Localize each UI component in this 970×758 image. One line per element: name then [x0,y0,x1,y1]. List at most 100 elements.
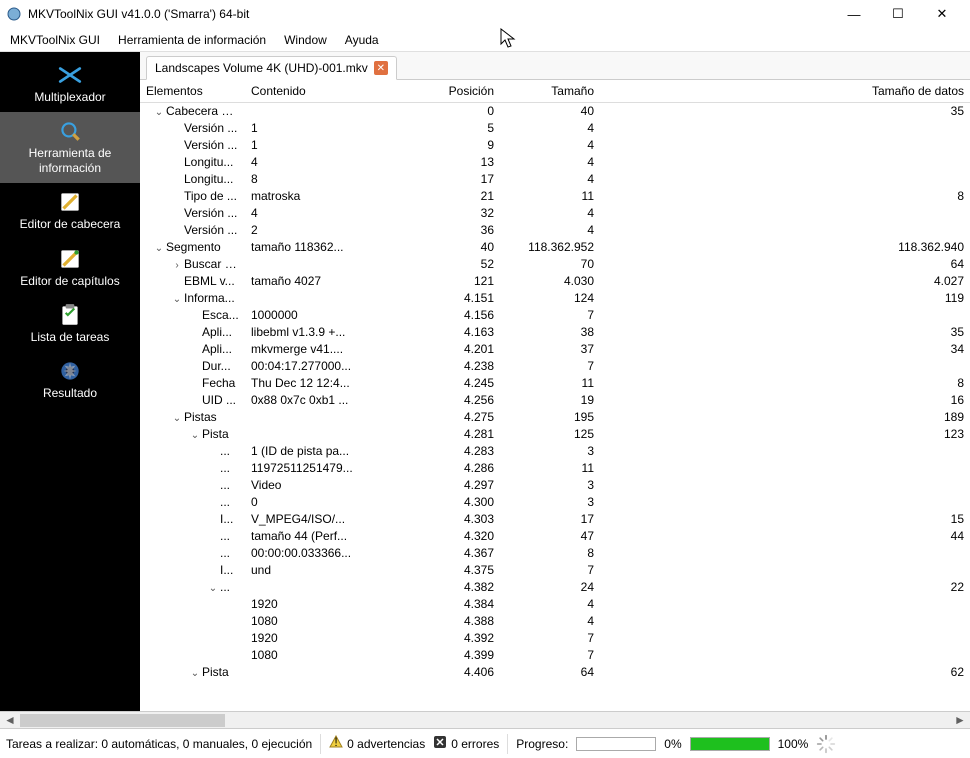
table-row[interactable]: ...00:00:00.033366...4.3678 [140,545,970,562]
table-row[interactable]: 10804.3997 [140,647,970,664]
menu-item-help[interactable]: Ayuda [345,33,379,47]
menu-item-info[interactable]: Herramienta de información [118,33,266,47]
expand-icon[interactable]: ⌄ [172,413,182,424]
sidebar-item-label: Multiplexador [34,90,105,104]
menu-item-gui[interactable]: MKVToolNix GUI [10,33,100,47]
divider [507,734,508,754]
tab-label: Landscapes Volume 4K (UHD)-001.mkv [155,61,368,75]
scroll-right-icon[interactable]: ► [952,713,968,727]
table-row[interactable]: ...Video4.2973 [140,477,970,494]
sidebar-item-label: Editor de capítulos [20,274,119,288]
sidebar-item-header[interactable]: Editor de cabecera [0,183,140,239]
error-icon [433,735,447,752]
status-warnings-block[interactable]: ! 0 advertencias [329,735,425,752]
table-row[interactable]: I...V_MPEG4/ISO/...4.3031715 [140,511,970,528]
table-row[interactable]: ›Buscar c...527064 [140,256,970,273]
col-posicion[interactable]: Posición [385,80,500,103]
tasks-icon [57,302,83,328]
menubar: MKVToolNix GUI Herramienta de informació… [0,28,970,52]
sidebar-item-info[interactable]: Herramienta de información [0,112,140,183]
col-tamano[interactable]: Tamaño [500,80,600,103]
sidebar-item-label: Herramienta de información [2,146,138,175]
sidebar-item-tasks[interactable]: Lista de tareas [0,296,140,352]
table-row[interactable]: ...04.3003 [140,494,970,511]
sidebar-item-multiplex[interactable]: Multiplexador [0,56,140,112]
table-row[interactable]: I...und4.3757 [140,562,970,579]
scroll-track[interactable] [20,714,950,727]
table-row[interactable]: ...11972511251479...4.28611 [140,460,970,477]
status-tasks: Tareas a realizar: 0 automáticas, 0 manu… [6,737,312,751]
main-panel: Landscapes Volume 4K (UHD)-001.mkv ✕ Ele… [140,52,970,711]
spinner-icon [816,734,836,754]
tabbar: Landscapes Volume 4K (UHD)-001.mkv ✕ [140,52,970,80]
status-errors: 0 errores [451,737,499,751]
element-tree[interactable]: Elementos Contenido Posición Tamaño Tama… [140,80,970,681]
table-row[interactable]: EBML v...tamaño 40271214.0304.027 [140,273,970,290]
expand-icon[interactable]: ⌄ [172,294,182,305]
warning-icon: ! [329,735,343,752]
table-row[interactable]: Longitu...8174 [140,171,970,188]
table-row[interactable]: ⌄...4.3822422 [140,579,970,596]
horizontal-scrollbar[interactable]: ◄ ► [0,711,970,728]
table-row[interactable]: 10804.3884 [140,613,970,630]
maximize-button[interactable]: ☐ [876,0,920,28]
header-icon [57,189,83,215]
app-icon [6,6,22,22]
table-row[interactable]: ...tamaño 44 (Perf...4.3204744 [140,528,970,545]
multiplex-icon [57,62,83,88]
table-row[interactable]: ⌄Pistas4.275195189 [140,409,970,426]
tab-file[interactable]: Landscapes Volume 4K (UHD)-001.mkv ✕ [146,56,397,80]
table-row[interactable]: Dur...00:04:17.277000...4.2387 [140,358,970,375]
expand-icon[interactable]: ⌄ [154,107,164,118]
sidebar-item-chapters[interactable]: Editor de capítulos [0,240,140,296]
table-row[interactable]: ...1 (ID de pista pa...4.2833 [140,443,970,460]
menu-item-window[interactable]: Window [284,33,327,47]
table-row[interactable]: 19204.3927 [140,630,970,647]
info-icon [57,118,83,144]
table-row[interactable]: Esca...10000004.1567 [140,307,970,324]
window-buttons: — ☐ ✕ [832,0,964,28]
table-row[interactable]: Versión ...154 [140,120,970,137]
table-row[interactable]: ⌄Segmentotamaño 118362...40118.362.95211… [140,239,970,256]
table-row[interactable]: ⌄Cabecera E...04035 [140,103,970,120]
col-tamano-datos[interactable]: Tamaño de datos [600,80,970,103]
table-row[interactable]: 19204.3844 [140,596,970,613]
scroll-left-icon[interactable]: ◄ [2,713,18,727]
table-row[interactable]: FechaThu Dec 12 12:4...4.245118 [140,375,970,392]
tree-header[interactable]: Elementos Contenido Posición Tamaño Tama… [140,80,970,103]
table-row[interactable]: Longitu...4134 [140,154,970,171]
table-row[interactable]: Tipo de ...matroska21118 [140,188,970,205]
table-row[interactable]: UID ...0x88 0x7c 0xb1 ...4.2561916 [140,392,970,409]
col-elementos[interactable]: Elementos [140,80,245,103]
svg-text:!: ! [335,735,338,749]
expand-icon[interactable]: ⌄ [190,668,200,679]
expand-icon[interactable]: ⌄ [154,243,164,254]
close-button[interactable]: ✕ [920,0,964,28]
minimize-button[interactable]: — [832,0,876,28]
window-title: MKVToolNix GUI v41.0.0 ('Smarra') 64-bit [28,7,832,21]
table-row[interactable]: ⌄Pista4.4066462 [140,664,970,681]
table-row[interactable]: Versión ...194 [140,137,970,154]
table-row[interactable]: ⌄Pista4.281125123 [140,426,970,443]
sidebar-item-label: Lista de tareas [31,330,110,344]
table-row[interactable]: Versión ...4324 [140,205,970,222]
sidebar-item-label: Editor de cabecera [20,217,121,231]
expand-icon[interactable]: ⌄ [208,583,218,594]
table-row[interactable]: Apli...libebml v1.3.9 +...4.1633835 [140,324,970,341]
table-row[interactable]: Apli...mkvmerge v41....4.2013734 [140,341,970,358]
expand-icon[interactable]: ⌄ [190,430,200,441]
expand-icon[interactable]: › [172,260,182,271]
statusbar: Tareas a realizar: 0 automáticas, 0 manu… [0,728,970,758]
sidebar: Multiplexador Herramienta de información… [0,52,140,711]
status-errors-block[interactable]: 0 errores [433,735,499,752]
result-icon [57,358,83,384]
progress-current-pct: 0% [664,737,681,751]
sidebar-item-label: Resultado [43,386,97,400]
sidebar-item-result[interactable]: Resultado [0,352,140,408]
progress-total-pct: 100% [778,737,809,751]
table-row[interactable]: Versión ...2364 [140,222,970,239]
col-contenido[interactable]: Contenido [245,80,385,103]
tab-close-icon[interactable]: ✕ [374,61,388,75]
table-row[interactable]: ⌄Informa...4.151124119 [140,290,970,307]
scroll-thumb[interactable] [20,714,225,727]
